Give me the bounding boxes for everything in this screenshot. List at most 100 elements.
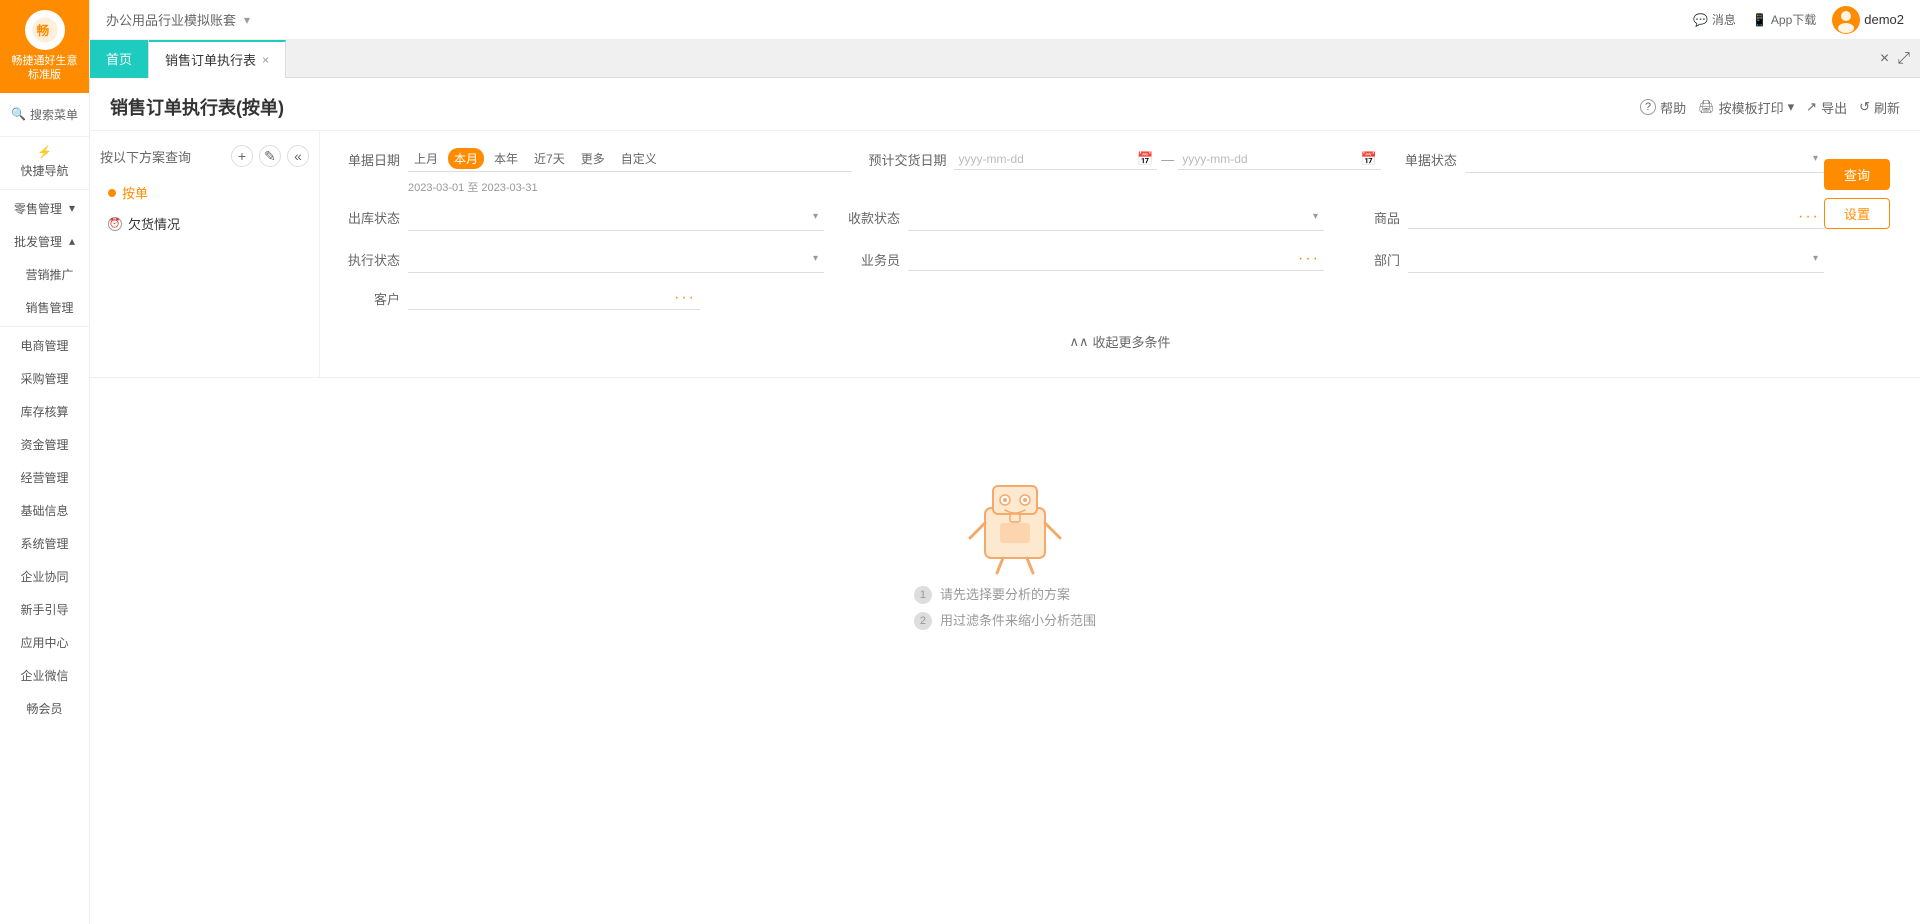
order-status-select[interactable]: ▾ [1465,145,1824,173]
date-from-placeholder: yyyy-mm-dd [958,152,1137,166]
sidebar-item-inventory[interactable]: 库存核算 [0,395,89,428]
sidebar-item-enterprise[interactable]: 企业协同 [0,560,89,593]
step-num-1: 1 [914,586,932,604]
sidebar-item-quicknav[interactable]: ⚡ 快捷导航 [0,137,89,187]
period-btn-7days[interactable]: 近7天 [528,148,571,169]
sidebar-item-retail[interactable]: 零售管理 ▾ [0,192,89,225]
main-area: 办公用品行业模拟账套 ▾ 💬 消息 📱 App下载 demo2 首页 [90,0,1920,924]
period-btn-thisyear[interactable]: 本年 [488,148,524,169]
plan-label-arrears: 欠货情况 [128,214,180,233]
app-download-action[interactable]: 📱 App下载 [1752,11,1816,28]
expected-date-label: 预计交货日期 [868,150,946,169]
period-btn-custom[interactable]: 自定义 [615,148,663,169]
top-header-left: 办公用品行业模拟账套 ▾ [106,10,250,29]
filter-left-icons: + ✎ « [231,145,309,167]
date-label: 单据日期 [340,150,400,169]
expected-date-range: yyyy-mm-dd 📅 — yyyy-mm-dd 📅 [954,149,1380,170]
tab-close-window-btn[interactable]: × [1880,50,1889,68]
date-to-field: yyyy-mm-dd 📅 [1178,149,1381,170]
filter-field-dept: 部门 ▾ [1340,245,1824,273]
print-dropdown-icon: ▾ [1788,99,1795,115]
sidebar: 畅 畅捷通好生意 标准版 🔍 搜索菜单 ⚡ 快捷导航 零售管理 ▾ 批发管理 ▴… [0,0,90,924]
sidebar-item-newbie[interactable]: 新手引导 [0,593,89,626]
dept-arrow-icon: ▾ [1813,253,1818,264]
header-nav-dropdown-icon[interactable]: ▾ [244,13,250,27]
sidebar-item-finance[interactable]: 资金管理 [0,428,89,461]
date-from-field: yyyy-mm-dd 📅 [954,149,1157,170]
search-menu-button[interactable]: 🔍 搜索菜单 [10,101,79,128]
header-nav-title: 办公用品行业模拟账套 [106,10,236,29]
payment-status-label: 收款状态 [840,208,900,227]
sidebar-item-wechat[interactable]: 企业微信 [0,659,89,692]
sidebar-search[interactable]: 🔍 搜索菜单 [0,93,89,137]
enterprise-label: 企业协同 [20,568,68,585]
calendar-to-icon[interactable]: 📅 [1361,151,1377,167]
step-num-2: 2 [914,612,932,630]
collapse-plan-btn[interactable]: « [287,145,309,167]
page-header-actions: ? 帮助 🖨 按模板打印 ▾ ↗ 导出 ↺ 刷新 [1640,98,1900,117]
plan-label-default: 按单 [122,183,148,202]
filter-area: 按以下方案查询 + ✎ « [90,131,1920,377]
settings-button[interactable]: 设置 [1824,198,1890,229]
username-label: demo2 [1864,12,1904,27]
exec-status-select[interactable]: ▾ [408,245,824,273]
sidebar-item-purchase[interactable]: 采购管理 [0,362,89,395]
help-label: 帮助 [1660,98,1686,117]
payment-status-arrow-icon: ▾ [1313,211,1318,222]
plan-dot-active [108,189,116,197]
tab-home[interactable]: 首页 [90,40,149,78]
ship-status-select[interactable]: ▾ [408,203,824,231]
print-action[interactable]: 🖨 按模板打印 ▾ [1698,98,1794,117]
empty-illustration [955,458,1055,558]
sidebar-item-ecommerce[interactable]: 电商管理 [0,329,89,362]
sidebar-item-ops[interactable]: 经营管理 [0,461,89,494]
product-dots-icon[interactable]: ··· [1798,208,1820,226]
sidebar-item-marketing[interactable]: 营销推广 [0,258,89,291]
tab-maximize-btn[interactable]: ⤢ [1897,50,1910,68]
dept-select[interactable]: ▾ [1408,245,1824,273]
salesperson-dots-icon[interactable]: ··· [1298,250,1320,268]
period-btn-more[interactable]: 更多 [575,148,611,169]
sidebar-divider-2 [0,326,89,327]
period-btn-lastmonth[interactable]: 上月 [408,148,444,169]
edit-icon: ✎ [264,148,276,165]
app-logo[interactable]: 畅 畅捷通好生意 标准版 [0,0,89,93]
edit-plan-btn[interactable]: ✎ [259,145,281,167]
period-btn-thismonth[interactable]: 本月 [448,148,484,169]
sidebar-item-system[interactable]: 系统管理 [0,527,89,560]
filter-right: 单据日期 上月 本月 本年 近7天 更多 自定义 [320,131,1920,377]
message-action[interactable]: 💬 消息 [1693,11,1736,28]
help-action[interactable]: ? 帮助 [1640,98,1686,117]
collapse-filter-btn[interactable]: ∧∧ 收起更多条件 [1069,332,1170,351]
tab-close-icon[interactable]: × [262,53,269,67]
sidebar-item-basic[interactable]: 基础信息 [0,494,89,527]
sidebar-item-wholesale[interactable]: 批发管理 ▴ [0,225,89,258]
sales-label: 销售管理 [25,299,73,316]
add-icon: + [238,148,246,164]
empty-steps: 1 请先选择要分析的方案 2 用过滤条件来缩小分析范围 [914,582,1096,634]
export-action[interactable]: ↗ 导出 [1806,98,1847,117]
payment-status-select[interactable]: ▾ [908,203,1324,231]
plan-item-arrears[interactable]: ⏰ 欠货情况 [100,208,309,239]
customer-dots-icon[interactable]: ··· [674,289,696,307]
add-plan-btn[interactable]: + [231,145,253,167]
help-icon: ? [1640,99,1656,115]
calendar-from-icon[interactable]: 📅 [1137,151,1153,167]
sidebar-item-appstore[interactable]: 应用中心 [0,626,89,659]
filter-field-expected-date: 预计交货日期 yyyy-mm-dd 📅 — [868,149,1380,170]
plan-item-default[interactable]: 按单 [100,177,309,208]
collapse-label: 收起更多条件 [1093,332,1171,351]
query-button[interactable]: 查询 [1824,159,1890,190]
tab-sales-order[interactable]: 销售订单执行表 × [149,40,286,78]
sidebar-item-member[interactable]: 畅会员 [0,692,89,725]
filter-field-payment: 收款状态 ▾ [840,203,1324,231]
refresh-action[interactable]: ↺ 刷新 [1859,98,1900,117]
salesperson-label: 业务员 [840,250,900,269]
app-download-label: App下载 [1771,11,1816,28]
wholesale-expand-icon: ▴ [69,234,75,248]
filter-row-1-wrapper: 单据日期 上月 本月 本年 近7天 更多 自定义 [340,145,1900,324]
basic-label: 基础信息 [20,502,68,519]
user-profile[interactable]: demo2 [1832,6,1904,34]
sidebar-item-sales[interactable]: 销售管理 [0,291,89,324]
sidebar-divider-1 [0,189,89,190]
